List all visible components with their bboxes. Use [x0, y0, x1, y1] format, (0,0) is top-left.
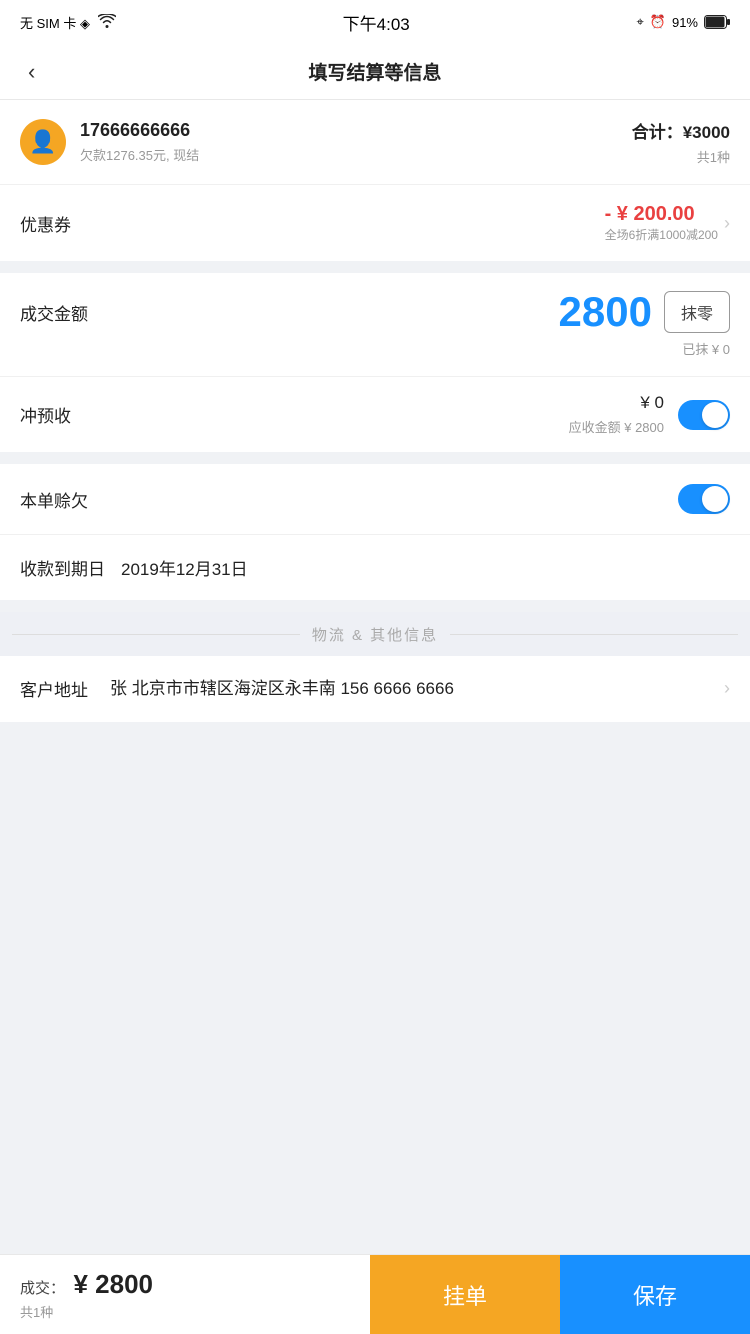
avatar: 👤 — [20, 119, 66, 165]
customer-debt: 欠款1276.35元, 现结 — [80, 145, 199, 164]
battery-percent: 91% — [672, 15, 698, 30]
coupon-row[interactable]: 优惠券 - ¥ 200.00 全场6折满1000减200 › — [0, 185, 750, 261]
address-row[interactable]: 客户地址 张 北京市市辖区海淀区永丰南 156 6666 6666 › — [0, 656, 750, 722]
coupon-label: 优惠券 — [20, 211, 71, 236]
page-title: 填写结算等信息 — [308, 58, 441, 85]
bottom-spacer — [0, 722, 750, 882]
section-gap-3 — [0, 600, 750, 612]
duedate-label: 收款到期日 — [20, 555, 105, 580]
round-off-button[interactable]: 抹零 — [664, 291, 730, 333]
logistics-line-right — [450, 634, 738, 635]
deal-label: 成交金额 — [20, 300, 88, 325]
coupon-desc: 全场6折满1000减200 — [605, 226, 718, 243]
alarm-icon: ⏰ — [650, 14, 666, 30]
footer-deal-amount: ¥ 2800 — [73, 1269, 153, 1299]
footer-count: 共1种 — [20, 1302, 350, 1321]
prepay-label: 冲预收 — [20, 402, 71, 427]
address-label: 客户地址 — [20, 676, 100, 701]
prepay-receivable: 应收金额 ¥ 2800 — [569, 417, 664, 436]
logistics-text: 物流 & 其他信息 — [312, 624, 438, 645]
chevron-right-icon: › — [724, 213, 730, 234]
footer-deal-row: 成交： ¥ 2800 — [20, 1269, 350, 1300]
logistics-divider: 物流 & 其他信息 — [0, 612, 750, 656]
toggle-knob-2 — [702, 486, 728, 512]
toggle-knob — [702, 402, 728, 428]
deal-amount: 2800 — [559, 291, 652, 333]
duedate-value: 2019年12月31日 — [121, 555, 248, 580]
prepay-row: 冲预收 ¥ 0 应收金额 ¥ 2800 — [0, 376, 750, 452]
prepay-toggle[interactable] — [678, 400, 730, 430]
battery-icon — [704, 15, 730, 29]
back-button[interactable]: ‹ — [20, 53, 43, 91]
hold-button[interactable]: 挂单 — [370, 1255, 560, 1334]
total-count: 共1种 — [632, 147, 730, 166]
customer-phone: 17666666666 — [80, 120, 199, 141]
coupon-discount: - ¥ 200.00 — [605, 203, 718, 226]
total-amount: 合计：¥3000 — [632, 118, 730, 143]
customer-section: 👤 17666666666 欠款1276.35元, 现结 合计：¥3000 共1… — [0, 100, 750, 184]
deal-section: 成交金额 2800 抹零 已抹 ¥ 0 — [0, 273, 750, 376]
credit-toggle[interactable] — [678, 484, 730, 514]
coupon-right: - ¥ 200.00 全场6折满1000减200 › — [605, 203, 730, 243]
nav-bar: ‹ 填写结算等信息 — [0, 44, 750, 100]
credit-label: 本单赊欠 — [20, 487, 88, 512]
wifi-icon — [98, 14, 116, 31]
credit-row: 本单赊欠 — [0, 464, 750, 534]
section-gap-1 — [0, 261, 750, 273]
status-bar: 无 SIM 卡 ◈ 下午4:03 ⌖ ⏰ 91% — [0, 0, 750, 44]
section-gap-2 — [0, 452, 750, 464]
duedate-row: 收款到期日 2019年12月31日 — [0, 534, 750, 600]
save-button[interactable]: 保存 — [560, 1255, 750, 1334]
prepay-amount: ¥ 0 — [569, 393, 664, 413]
logistics-line-left — [12, 634, 300, 635]
status-right: ⌖ ⏰ 91% — [636, 14, 730, 30]
location-icon: ⌖ — [636, 14, 643, 30]
address-chevron-icon: › — [724, 678, 730, 699]
deal-sub: 已抹 ¥ 0 — [20, 339, 730, 358]
footer: 成交： ¥ 2800 共1种 挂单 保存 — [0, 1254, 750, 1334]
status-time: 下午4:03 — [343, 10, 410, 35]
sim-status: 无 SIM 卡 ◈ — [20, 13, 90, 32]
address-value: 张 北京市市辖区海淀区永丰南 156 6666 6666 — [100, 676, 724, 702]
footer-deal-label: 成交： — [20, 1280, 65, 1297]
status-left: 无 SIM 卡 ◈ — [20, 13, 116, 32]
footer-info: 成交： ¥ 2800 共1种 — [0, 1269, 370, 1321]
